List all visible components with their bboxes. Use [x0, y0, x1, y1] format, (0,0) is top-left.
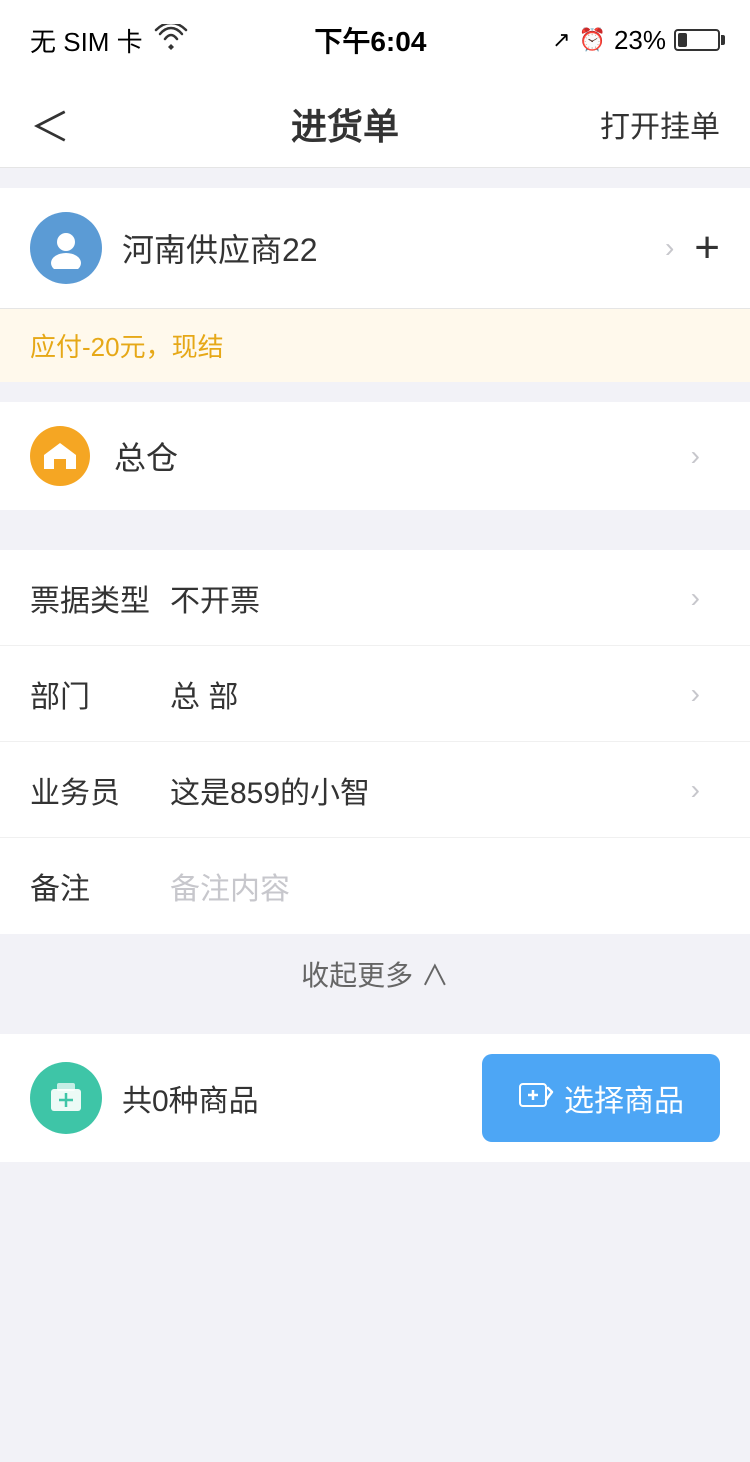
page-background — [0, 1162, 750, 1462]
dept-value: 总 部 — [160, 672, 691, 716]
salesperson-label: 业务员 — [30, 768, 160, 812]
salesperson-chevron-icon: › — [691, 774, 700, 806]
battery-icon — [674, 29, 720, 51]
section-gap-2 — [0, 382, 750, 402]
salesperson-value: 这是859的小智 — [160, 768, 691, 812]
warehouse-section[interactable]: 总仓 › — [0, 402, 750, 510]
alarm-icon: ⏰ — [579, 27, 606, 53]
product-icon — [30, 1062, 102, 1134]
dept-label: 部门 — [30, 672, 160, 716]
invoice-type-label: 票据类型 — [30, 576, 160, 620]
supplier-name: 河南供应商22 — [122, 225, 665, 271]
remark-input[interactable]: 备注内容 — [160, 864, 720, 908]
remark-label: 备注 — [30, 864, 160, 908]
open-pending-button[interactable]: 打开挂单 — [600, 102, 720, 146]
supplier-avatar — [30, 212, 102, 284]
supplier-section: 河南供应商22 › + 应付-20元，现结 — [0, 188, 750, 382]
notice-text: 应付-20元，现结 — [30, 332, 224, 362]
supplier-row[interactable]: 河南供应商22 › + — [0, 188, 750, 309]
wifi-icon — [153, 24, 189, 57]
dept-row[interactable]: 部门 总 部 › — [0, 646, 750, 742]
collapse-label: 收起更多 ∧ — [301, 954, 449, 994]
section-gap-3 — [0, 510, 750, 530]
time-display: 下午6:04 — [314, 20, 426, 60]
section-gap-1 — [0, 168, 750, 188]
nav-bar: ＜ 进货单 打开挂单 — [0, 80, 750, 168]
warehouse-icon — [30, 426, 90, 486]
product-count: 共0种商品 — [122, 1076, 482, 1120]
warehouse-chevron-icon: › — [691, 440, 700, 472]
invoice-chevron-icon: › — [691, 582, 700, 614]
status-right: ↗ ⏰ 23% — [552, 25, 720, 56]
form-section: 票据类型 不开票 › 部门 总 部 › 业务员 这是859的小智 › 备注 备注… — [0, 550, 750, 934]
status-bar: 无 SIM 卡 下午6:04 ↗ ⏰ 23% — [0, 0, 750, 80]
battery-pct: 23% — [614, 25, 666, 56]
back-button[interactable]: ＜ — [30, 95, 90, 153]
carrier-text: 无 SIM 卡 — [30, 22, 143, 59]
warehouse-row[interactable]: 总仓 › — [0, 402, 750, 510]
select-product-button[interactable]: 选择商品 — [482, 1054, 720, 1142]
add-supplier-button[interactable]: + — [694, 226, 720, 270]
bottom-product-bar: 共0种商品 选择商品 — [0, 1034, 750, 1162]
salesperson-row[interactable]: 业务员 这是859的小智 › — [0, 742, 750, 838]
warehouse-name: 总仓 — [114, 433, 691, 479]
notice-bar: 应付-20元，现结 — [0, 309, 750, 382]
page-title: 进货单 — [291, 98, 399, 150]
status-left: 无 SIM 卡 — [30, 22, 189, 59]
remark-row[interactable]: 备注 备注内容 — [0, 838, 750, 934]
location-icon: ↗ — [552, 27, 570, 53]
supplier-chevron-icon: › — [665, 232, 674, 264]
select-product-icon — [518, 1080, 554, 1117]
invoice-type-value: 不开票 — [160, 576, 691, 620]
dept-chevron-icon: › — [691, 678, 700, 710]
select-btn-label: 选择商品 — [564, 1076, 684, 1120]
collapse-bar[interactable]: 收起更多 ∧ — [0, 934, 750, 1014]
invoice-type-row[interactable]: 票据类型 不开票 › — [0, 550, 750, 646]
